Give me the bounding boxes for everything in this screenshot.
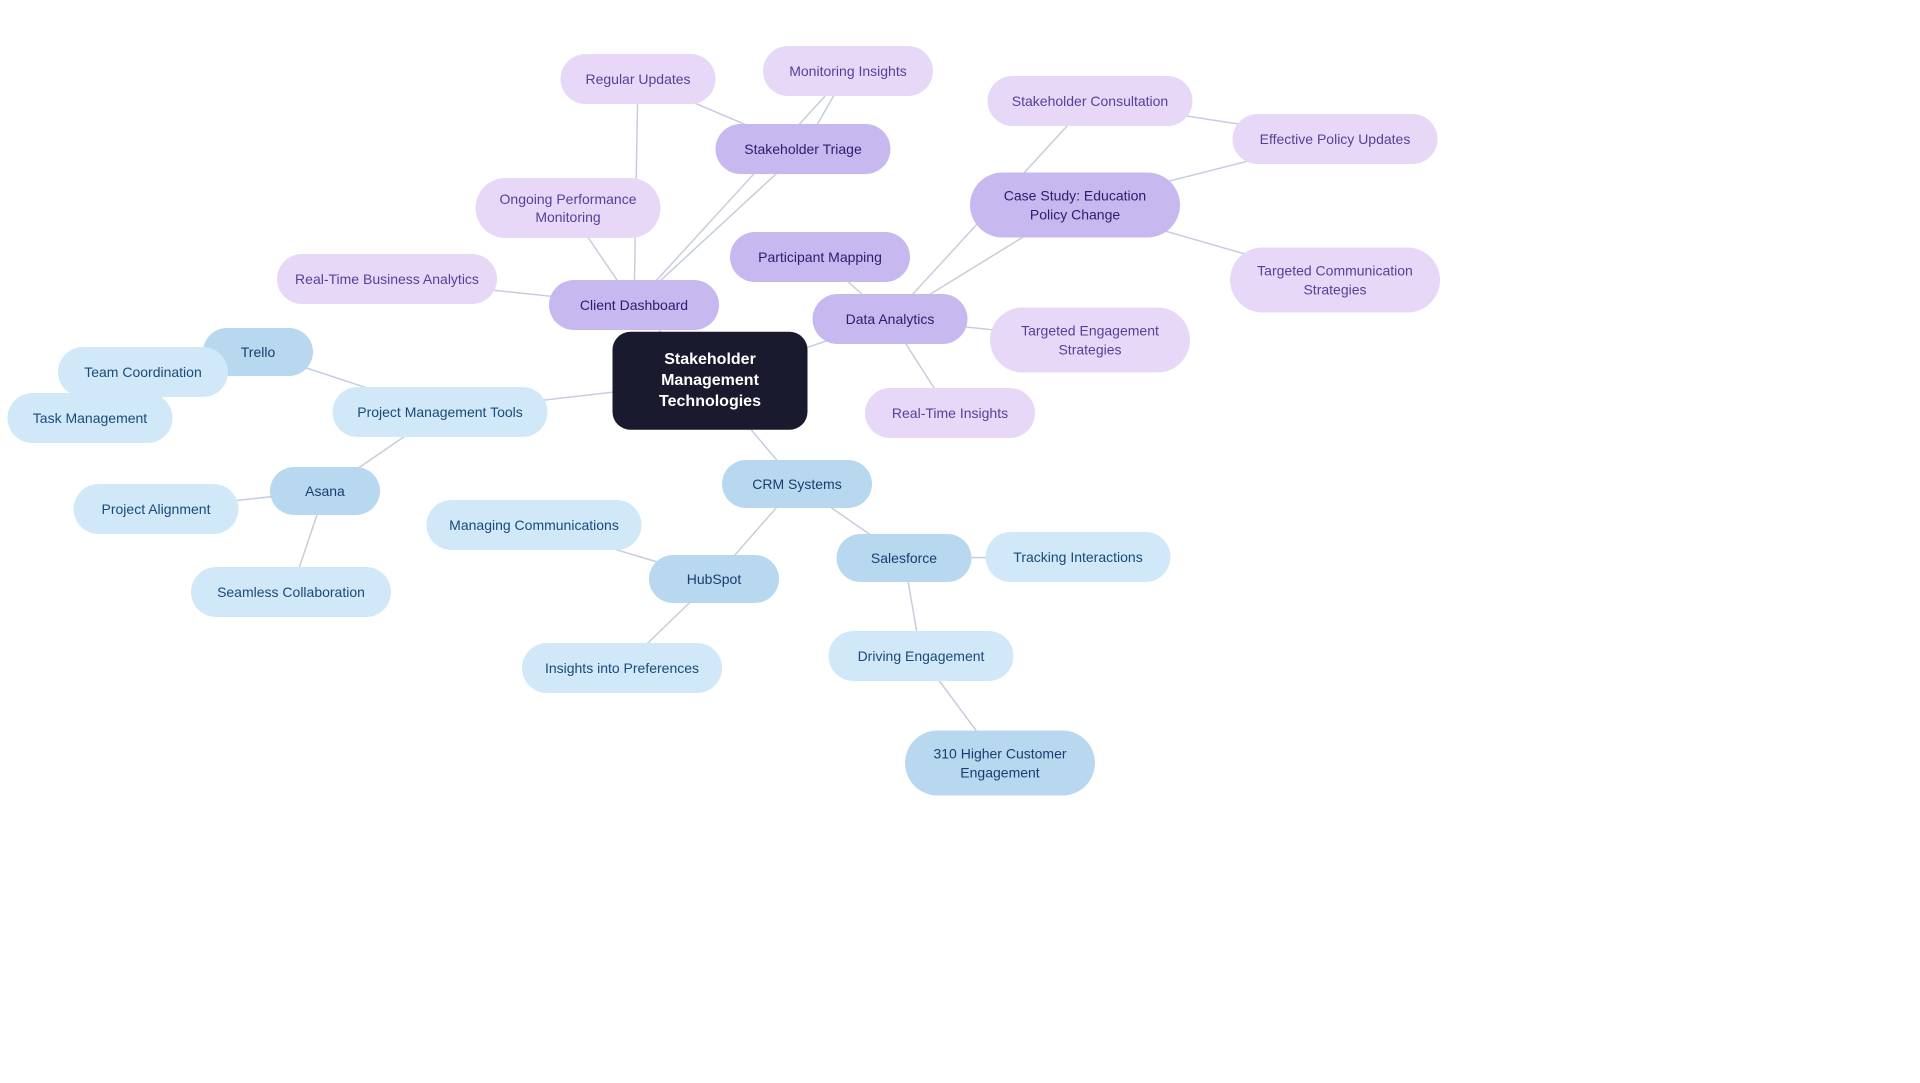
real-time-business-node: Real-Time Business Analytics (277, 254, 497, 304)
tracking-interactions-node: Tracking Interactions (986, 532, 1171, 582)
stakeholder-consultation-node: Stakeholder Consultation (988, 76, 1193, 126)
project-alignment-node: Project Alignment (74, 484, 239, 534)
team-coordination-node: Team Coordination (58, 347, 228, 397)
monitoring-insights-node: Monitoring Insights (763, 46, 933, 96)
case-study-node: Case Study: Education Policy Change (970, 173, 1180, 238)
data-analytics-node: Data Analytics (813, 294, 968, 344)
insights-preferences-node: Insights into Preferences (522, 643, 722, 693)
effective-policy-node: Effective Policy Updates (1233, 114, 1438, 164)
higher-engagement-node: 310 Higher Customer Engagement (905, 731, 1095, 796)
targeted-engagement-node: Targeted Engagement Strategies (990, 308, 1190, 373)
managing-comms-node: Managing Communications (427, 500, 642, 550)
targeted-comm-node: Targeted Communication Strategies (1230, 248, 1440, 313)
client-dashboard-node: Client Dashboard (549, 280, 719, 330)
crm-systems-node: CRM Systems (722, 460, 872, 508)
task-management-node: Task Management (8, 393, 173, 443)
stakeholder-triage-node: Stakeholder Triage (716, 124, 891, 174)
seamless-collab-node: Seamless Collaboration (191, 567, 391, 617)
ongoing-performance-node: Ongoing Performance Monitoring (476, 178, 661, 238)
regular-updates-node: Regular Updates (561, 54, 716, 104)
real-time-insights-node: Real-Time Insights (865, 388, 1035, 438)
participant-mapping-node: Participant Mapping (730, 232, 910, 282)
asana-node: Asana (270, 467, 380, 515)
project-management-node: Project Management Tools (333, 387, 548, 437)
mindmap-canvas: Stakeholder Management Technologies Monit… (0, 0, 1920, 1083)
center-node: Stakeholder Management Technologies (613, 332, 808, 430)
driving-engagement-node: Driving Engagement (829, 631, 1014, 681)
salesforce-node: Salesforce (837, 534, 972, 582)
hubspot-node: HubSpot (649, 555, 779, 603)
